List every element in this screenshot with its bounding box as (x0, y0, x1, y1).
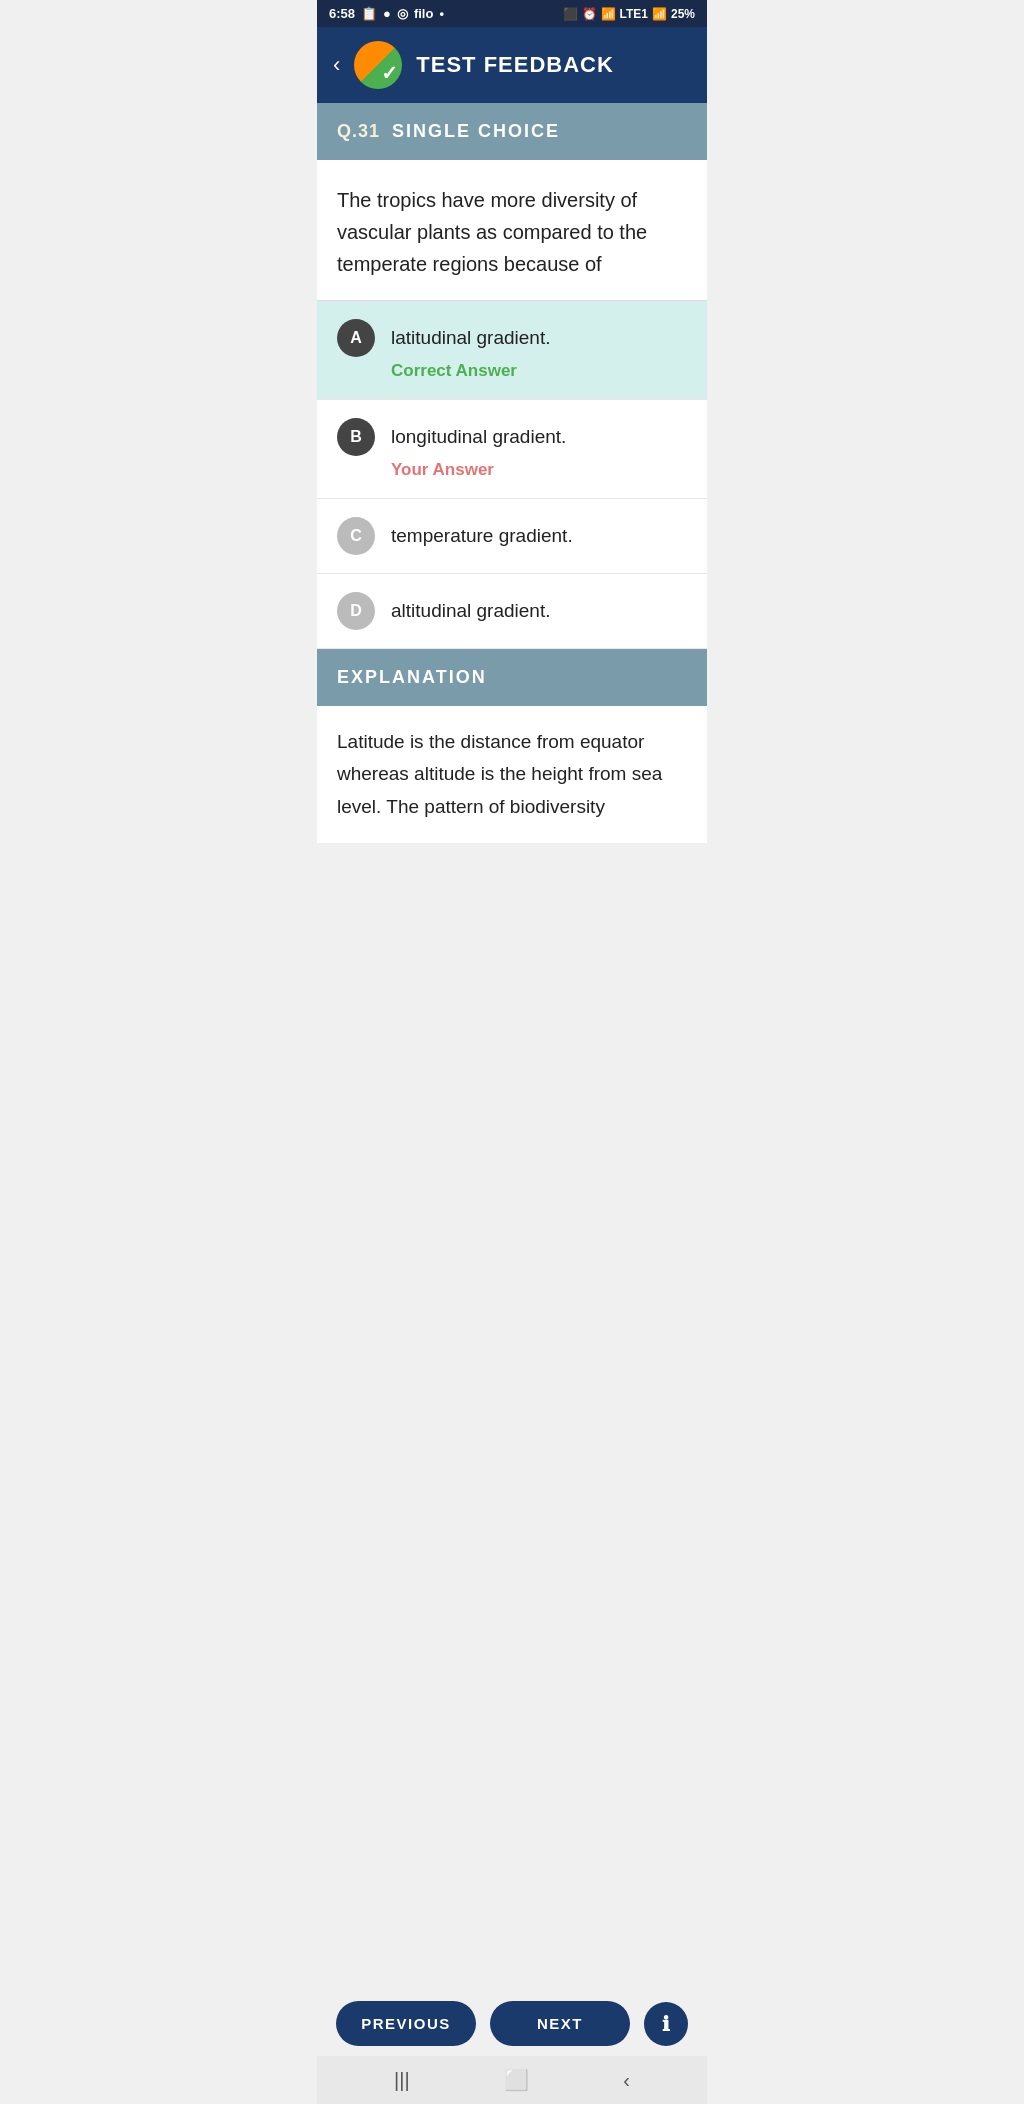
back-button[interactable]: ‹ (333, 52, 340, 78)
alarm-icon: ⏰ (582, 7, 597, 21)
previous-button[interactable]: PREVIOUS (336, 2001, 476, 2046)
option-a-letter: A (337, 319, 375, 357)
page-title: TEST FEEDBACK (416, 52, 614, 78)
back-nav-icon[interactable]: ‹ (623, 2069, 630, 2092)
status-bar: 6:58 📋 ● ◎ filo • ⬛ ⏰ 📶 LTE1 📶 25% (317, 0, 707, 27)
status-right: ⬛ ⏰ 📶 LTE1 📶 25% (563, 7, 695, 21)
whatsapp-icon: ● (383, 6, 391, 21)
option-a[interactable]: A latitudinal gradient. Correct Answer (317, 301, 707, 400)
app-name: filo (414, 6, 434, 21)
header: ‹ ✓ TEST FEEDBACK (317, 27, 707, 103)
option-d[interactable]: D altitudinal gradient. (317, 574, 707, 649)
signal-icon: 📶 (652, 7, 667, 21)
option-c[interactable]: C temperature gradient. (317, 499, 707, 574)
option-d-text: altitudinal gradient. (391, 600, 551, 622)
option-b-letter: B (337, 418, 375, 456)
time: 6:58 (329, 6, 355, 21)
dot-icon: • (439, 6, 444, 21)
question-header: Q.31 SINGLE CHOICE (317, 103, 707, 160)
wifi-icon: 📶 (601, 7, 616, 21)
question-number: Q.31 (337, 121, 380, 142)
network-label: LTE1 (620, 7, 648, 21)
option-c-text: temperature gradient. (391, 525, 573, 547)
explanation-title: EXPLANATION (337, 667, 487, 687)
bottom-buttons: PREVIOUS NEXT ℹ (317, 1991, 707, 2056)
next-button[interactable]: NEXT (490, 2001, 630, 2046)
checkmark-icon: ✓ (381, 61, 398, 85)
question-text: The tropics have more diversity of vascu… (317, 160, 707, 301)
explanation-text: Latitude is the distance from equator wh… (317, 706, 707, 843)
home-icon[interactable]: ⬜ (504, 2068, 529, 2092)
question-type: SINGLE CHOICE (392, 121, 560, 142)
option-a-text: latitudinal gradient. (391, 327, 551, 349)
option-b-text: longitudinal gradient. (391, 426, 566, 448)
sim-icon: 📋 (361, 6, 377, 21)
system-nav-bar: ||| ⬜ ‹ (317, 2056, 707, 2104)
battery-label: 25% (671, 7, 695, 21)
explanation-header: EXPLANATION (317, 649, 707, 706)
info-button[interactable]: ℹ (644, 2002, 688, 2046)
option-c-letter: C (337, 517, 375, 555)
option-b[interactable]: B longitudinal gradient. Your Answer (317, 400, 707, 499)
status-left: 6:58 📋 ● ◎ filo • (329, 6, 444, 21)
options-container: A latitudinal gradient. Correct Answer B… (317, 301, 707, 649)
option-b-sublabel: Your Answer (391, 460, 687, 480)
option-d-letter: D (337, 592, 375, 630)
recent-apps-icon[interactable]: ||| (394, 2069, 410, 2092)
msg-icon: ◎ (397, 6, 408, 21)
cast-icon: ⬛ (563, 7, 578, 21)
option-a-sublabel: Correct Answer (391, 361, 687, 381)
app-logo: ✓ (354, 41, 402, 89)
